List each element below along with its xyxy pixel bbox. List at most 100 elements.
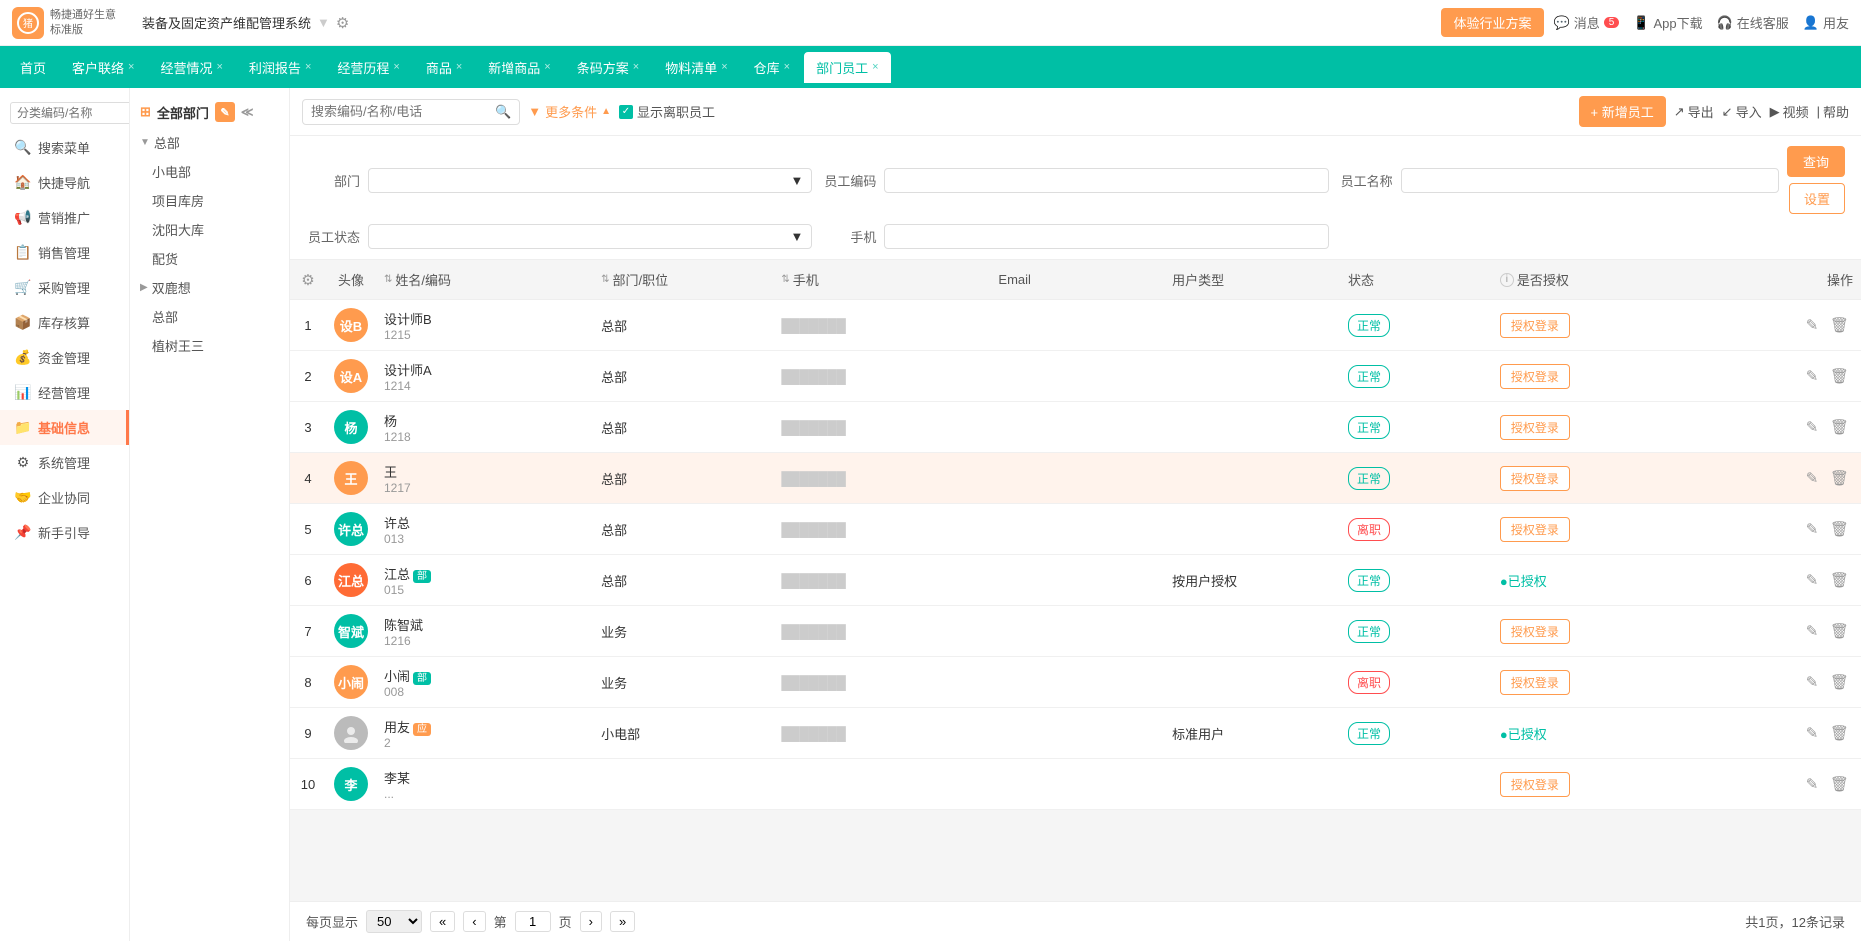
emp-name-input[interactable] bbox=[1401, 168, 1779, 193]
auth-login-btn[interactable]: 授权登录 bbox=[1500, 466, 1570, 491]
name-tag-badge: 部 bbox=[413, 570, 431, 583]
edit-btn[interactable]: ✎ bbox=[1802, 314, 1823, 336]
nav-tab-dept-emp[interactable]: 部门员工 × bbox=[804, 52, 890, 83]
auth-login-btn[interactable]: 授权登录 bbox=[1500, 313, 1570, 338]
th-settings[interactable]: ⚙ bbox=[290, 260, 326, 300]
edit-btn[interactable]: ✎ bbox=[1802, 722, 1823, 744]
nav-tab-new-goods[interactable]: 新增商品 × bbox=[476, 52, 562, 83]
sidebar-item-marketing[interactable]: 📢营销推广 bbox=[0, 200, 129, 235]
auth-login-btn[interactable]: 授权登录 bbox=[1500, 670, 1570, 695]
last-page-btn[interactable]: » bbox=[610, 911, 635, 932]
nav-tab-business[interactable]: 经营情况 × bbox=[148, 52, 234, 83]
phone-input[interactable] bbox=[884, 224, 1328, 249]
export-btn[interactable]: ↗ 导出 bbox=[1674, 102, 1714, 121]
tree-item-zongbu[interactable]: 总部 bbox=[130, 302, 289, 331]
search-input[interactable] bbox=[311, 104, 491, 119]
th-phone[interactable]: ⇅手机 bbox=[773, 260, 990, 300]
help-btn[interactable]: | 帮助 bbox=[1817, 102, 1849, 121]
filter-more-btn[interactable]: ▼ 更多条件 ▲ bbox=[528, 102, 611, 121]
avatar: 设B bbox=[334, 308, 368, 342]
th-name[interactable]: ⇅姓名/编码 bbox=[376, 260, 593, 300]
tree-item-zhishu[interactable]: 植树王三 bbox=[130, 331, 289, 360]
nav-tab-goods[interactable]: 商品 × bbox=[414, 52, 474, 83]
sidebar-item-operation[interactable]: 📊经营管理 bbox=[0, 375, 129, 410]
dept-filter-select[interactable]: ▼ bbox=[368, 168, 812, 193]
tree-item-head[interactable]: ▼ 总部 bbox=[130, 128, 289, 157]
edit-btn[interactable]: ✎ bbox=[1802, 518, 1823, 540]
sidebar-item-sales[interactable]: 📋销售管理 bbox=[0, 235, 129, 270]
page-input[interactable] bbox=[515, 911, 551, 932]
delete-btn[interactable]: 🗑 bbox=[1826, 620, 1853, 642]
edit-btn[interactable]: ✎ bbox=[1802, 671, 1823, 693]
nav-tab-customer[interactable]: 客户联络 × bbox=[60, 52, 146, 83]
tree-item-xiao-dian[interactable]: 小电部 bbox=[130, 157, 289, 186]
delete-btn[interactable]: 🗑 bbox=[1826, 569, 1853, 591]
sidebar-item-collab[interactable]: 🤝企业协同 bbox=[0, 480, 129, 515]
sidebar-item-purchase[interactable]: 🛒采购管理 bbox=[0, 270, 129, 305]
edit-btn[interactable]: ✎ bbox=[1802, 467, 1823, 489]
import-btn[interactable]: ↙ 导入 bbox=[1722, 102, 1762, 121]
sidebar-item-search[interactable]: 🔍搜索菜单 bbox=[0, 130, 129, 165]
nav-tab-profit[interactable]: 利润报告 × bbox=[237, 52, 323, 83]
per-page-select[interactable]: 50 100 bbox=[366, 910, 422, 933]
tree-item-shenyang[interactable]: 沈阳大库 bbox=[130, 215, 289, 244]
dept-tree-collapse-btn[interactable]: ≪ bbox=[241, 105, 254, 119]
auth-login-btn[interactable]: 授权登录 bbox=[1500, 415, 1570, 440]
sidebar-item-stock[interactable]: 📦库存核算 bbox=[0, 305, 129, 340]
table-settings-icon[interactable]: ⚙ bbox=[301, 272, 314, 289]
auth-login-btn[interactable]: 授权登录 bbox=[1500, 619, 1570, 644]
auth-login-btn[interactable]: 授权登录 bbox=[1500, 772, 1570, 797]
nav-tab-warehouse[interactable]: 仓库 × bbox=[742, 52, 802, 83]
app-download-btn[interactable]: 📱 App下载 bbox=[1633, 13, 1702, 32]
sidebar-item-nav[interactable]: 🏠快捷导航 bbox=[0, 165, 129, 200]
cell-avatar: 许总 bbox=[326, 504, 376, 555]
add-employee-btn[interactable]: + 新增员工 bbox=[1579, 96, 1666, 127]
trial-button[interactable]: 体验行业方案 bbox=[1441, 8, 1543, 37]
tree-item-project[interactable]: 项目库房 bbox=[130, 186, 289, 215]
th-dept[interactable]: ⇅部门/职位 bbox=[593, 260, 773, 300]
delete-btn[interactable]: 🗑 bbox=[1826, 416, 1853, 438]
nav-tab-bom[interactable]: 物料清单 × bbox=[653, 52, 739, 83]
emp-code-input[interactable] bbox=[884, 168, 1328, 193]
online-service-btn[interactable]: 🎧 在线客服 bbox=[1717, 13, 1789, 32]
edit-btn[interactable]: ✎ bbox=[1802, 620, 1823, 642]
query-btn[interactable]: 查询 bbox=[1787, 146, 1845, 177]
show-resigned-checkbox[interactable]: ✓ 显示离职员工 bbox=[619, 102, 715, 121]
filter-status-row: 员工状态 ▼ bbox=[306, 224, 812, 249]
next-page-btn[interactable]: › bbox=[580, 911, 602, 932]
delete-btn[interactable]: 🗑 bbox=[1826, 671, 1853, 693]
dept-tree-edit-btn[interactable]: ✎ bbox=[215, 102, 235, 122]
first-page-btn[interactable]: « bbox=[430, 911, 455, 932]
user-btn[interactable]: 👤 用友 bbox=[1803, 13, 1849, 32]
nav-tab-barcode[interactable]: 条码方案 × bbox=[565, 52, 651, 83]
sidebar-item-finance[interactable]: 💰资金管理 bbox=[0, 340, 129, 375]
prev-page-btn[interactable]: ‹ bbox=[463, 911, 485, 932]
delete-btn[interactable]: 🗑 bbox=[1826, 518, 1853, 540]
delete-btn[interactable]: 🗑 bbox=[1826, 314, 1853, 336]
auth-login-btn[interactable]: 授权登录 bbox=[1500, 517, 1570, 542]
delete-btn[interactable]: 🗑 bbox=[1826, 365, 1853, 387]
view-btn[interactable]: ▶ 视频 bbox=[1770, 102, 1809, 121]
message-btn[interactable]: 💬 消息 5 bbox=[1554, 13, 1620, 32]
nav-tab-process[interactable]: 经营历程 × bbox=[325, 52, 411, 83]
cell-num: 8 bbox=[290, 657, 326, 708]
sidebar-item-system[interactable]: ⚙系统管理 bbox=[0, 445, 129, 480]
delete-btn[interactable]: 🗑 bbox=[1826, 467, 1853, 489]
settings-icon[interactable]: ⚙ bbox=[336, 14, 349, 32]
edit-btn[interactable]: ✎ bbox=[1802, 569, 1823, 591]
search-icon[interactable]: 🔍 bbox=[495, 104, 511, 120]
sidebar-item-base[interactable]: 📁基础信息 bbox=[0, 410, 129, 445]
sidebar-item-guide[interactable]: 📌新手引导 bbox=[0, 515, 129, 550]
edit-btn[interactable]: ✎ bbox=[1802, 773, 1823, 795]
tree-item-peihuo[interactable]: 配货 bbox=[130, 244, 289, 273]
nav-tab-home[interactable]: 首页 bbox=[8, 52, 58, 83]
edit-btn[interactable]: ✎ bbox=[1802, 365, 1823, 387]
edit-btn[interactable]: ✎ bbox=[1802, 416, 1823, 438]
delete-btn[interactable]: 🗑 bbox=[1826, 722, 1853, 744]
delete-btn[interactable]: 🗑 bbox=[1826, 773, 1853, 795]
tree-item-shuanglu[interactable]: ▶ 双鹿想 bbox=[130, 273, 289, 302]
sidebar-search-input[interactable] bbox=[10, 102, 130, 124]
emp-status-select[interactable]: ▼ bbox=[368, 224, 812, 249]
auth-login-btn[interactable]: 授权登录 bbox=[1500, 364, 1570, 389]
reset-btn[interactable]: 设置 bbox=[1789, 183, 1845, 214]
